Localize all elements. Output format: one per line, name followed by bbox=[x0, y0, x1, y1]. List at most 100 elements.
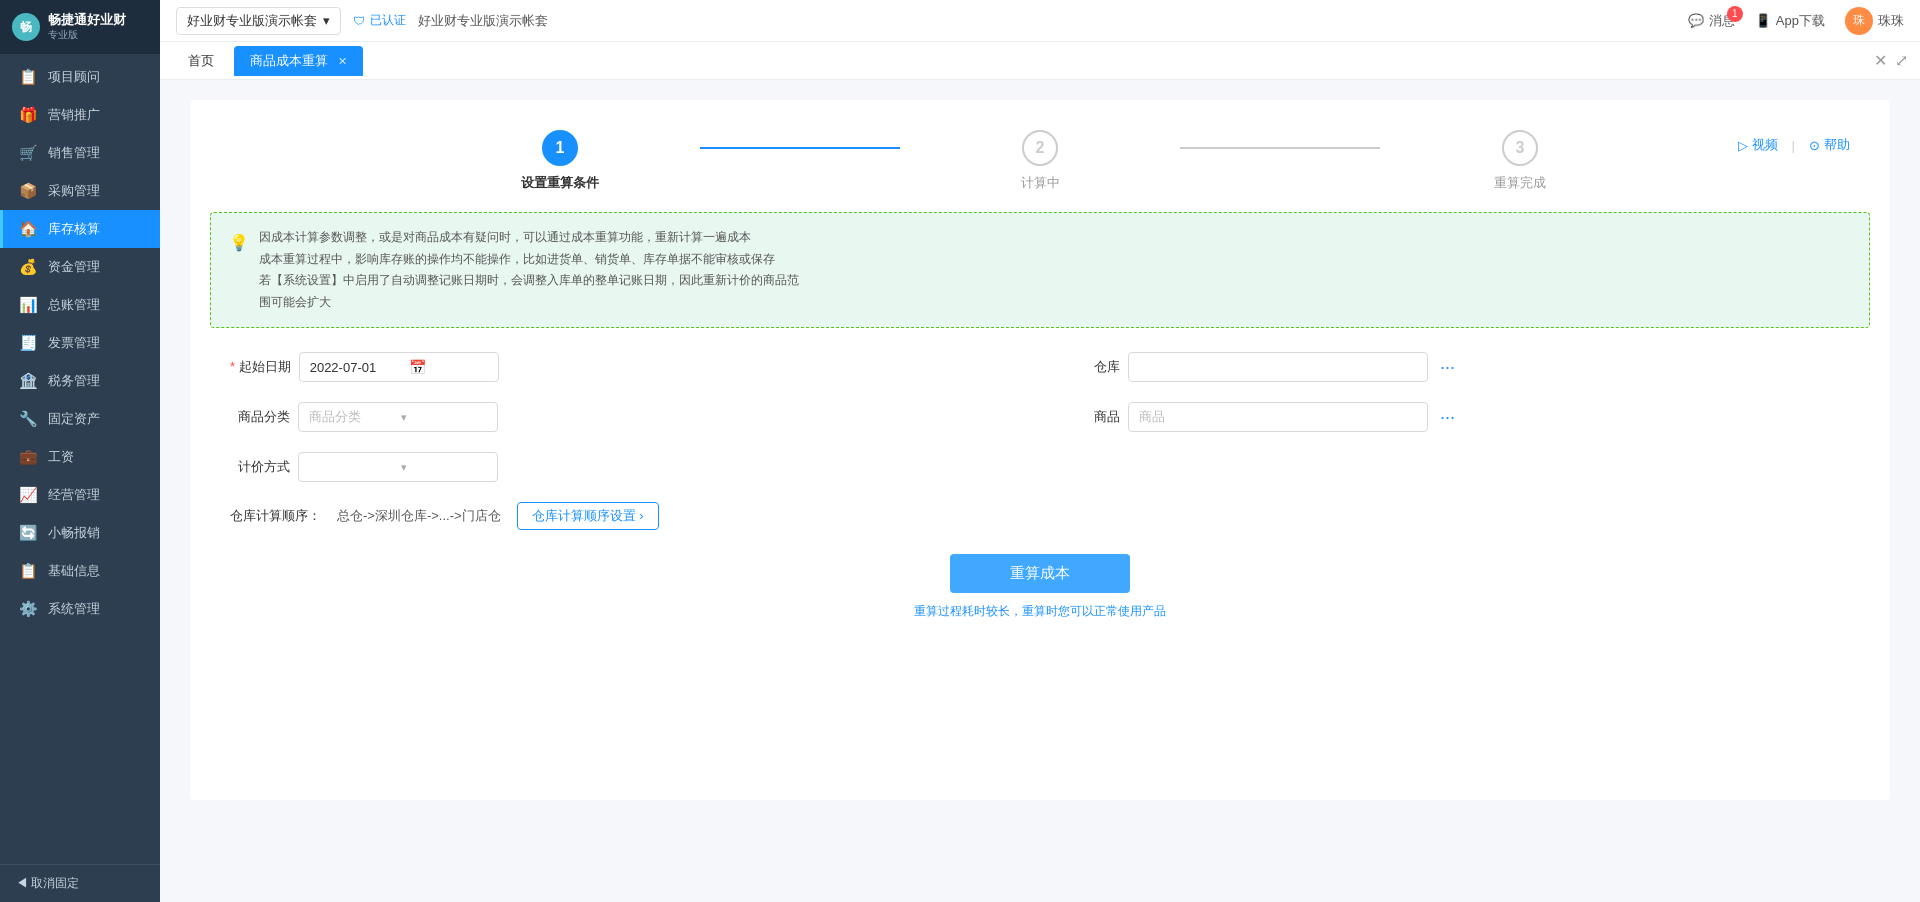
warehouse-input bbox=[1128, 352, 1428, 382]
product-field: 商品 商品 ··· bbox=[1060, 402, 1850, 432]
tab-home[interactable]: 首页 bbox=[172, 46, 230, 76]
user-avatar: 珠 bbox=[1845, 7, 1873, 35]
sidebar-unpin-btn[interactable]: ◀ 取消固定 bbox=[0, 864, 160, 902]
main-area: 好业财专业版演示帐套 ▾ 🛡 已认证 好业财专业版演示帐套 💬 消息 1 📱 A… bbox=[160, 0, 1920, 902]
message-badge: 1 bbox=[1727, 6, 1743, 22]
submit-area: 重算成本 重算过程耗时较长，重算时您可以正常使用产品 bbox=[230, 554, 1850, 620]
step-3: 3 重算完成 bbox=[1380, 130, 1660, 192]
calc-order-row: 仓库计算顺序： 总仓->深圳仓库->...->门店仓 仓库计算顺序设置 › bbox=[230, 502, 1850, 530]
step-3-circle: 3 bbox=[1502, 130, 1538, 166]
sidebar-item-system[interactable]: ⚙️ 系统管理 bbox=[0, 590, 160, 628]
step-3-label: 重算完成 bbox=[1494, 174, 1546, 192]
message-icon: 💬 bbox=[1688, 13, 1704, 28]
assets-icon: 🔧 bbox=[19, 410, 38, 428]
sidebar-title-group: 畅捷通好业财 专业版 bbox=[48, 12, 126, 43]
sidebar-item-basic[interactable]: 📋 基础信息 bbox=[0, 552, 160, 590]
sidebar-item-sales[interactable]: 🛒 销售管理 bbox=[0, 134, 160, 172]
step-1-circle: 1 bbox=[542, 130, 578, 166]
sidebar-logo: 畅 bbox=[12, 13, 40, 41]
sidebar-item-finance[interactable]: 💰 资金管理 bbox=[0, 248, 160, 286]
tab-close-btn[interactable]: ✕ bbox=[338, 55, 347, 67]
form-area: 起始日期 2022-07-01 📅 仓库 ··· bbox=[190, 352, 1890, 620]
sales-icon: 🛒 bbox=[19, 144, 38, 162]
form-row-3: 计价方式 ▾ bbox=[230, 452, 1850, 482]
step-line-1 bbox=[700, 147, 900, 149]
pricing-label: 计价方式 bbox=[230, 458, 290, 476]
marketing-icon: 🎁 bbox=[19, 106, 38, 124]
tabs-bar: 首页 商品成本重算 ✕ ✕ ⤢ bbox=[160, 42, 1920, 80]
step-1: 1 设置重算条件 bbox=[420, 130, 700, 192]
sidebar-item-project[interactable]: 📋 项目顾问 bbox=[0, 58, 160, 96]
help-btn[interactable]: ⊙ 帮助 bbox=[1809, 136, 1850, 154]
sidebar-item-purchase[interactable]: 📦 采购管理 bbox=[0, 172, 160, 210]
tab-recalc[interactable]: 商品成本重算 ✕ bbox=[234, 46, 363, 76]
sidebar-item-label: 税务管理 bbox=[48, 372, 100, 390]
sidebar-item-label: 发票管理 bbox=[48, 334, 100, 352]
calc-order-value: 总仓->深圳仓库->...->门店仓 bbox=[337, 507, 501, 525]
start-date-field: 起始日期 2022-07-01 📅 bbox=[230, 352, 1020, 382]
step-2-circle: 2 bbox=[1022, 130, 1058, 166]
sidebar-item-label: 库存核算 bbox=[48, 220, 100, 238]
category-label: 商品分类 bbox=[230, 408, 290, 426]
invoice-icon: 🧾 bbox=[19, 334, 38, 352]
sidebar-item-expense[interactable]: 🔄 小畅报销 bbox=[0, 514, 160, 552]
sidebar-item-assets[interactable]: 🔧 固定资产 bbox=[0, 400, 160, 438]
form-row-2: 商品分类 商品分类 ▾ 商品 商品 ··· bbox=[230, 402, 1850, 432]
topbar: 好业财专业版演示帐套 ▾ 🛡 已认证 好业财专业版演示帐套 💬 消息 1 📱 A… bbox=[160, 0, 1920, 42]
pricing-chevron-icon: ▾ bbox=[401, 461, 487, 474]
info-box: 💡 因成本计算参数调整，或是对商品成本有疑问时，可以通过成本重算功能，重新计算一… bbox=[210, 212, 1870, 328]
category-field: 商品分类 商品分类 ▾ bbox=[230, 402, 1020, 432]
sidebar-item-label: 基础信息 bbox=[48, 562, 100, 580]
shield-icon: 🛡 bbox=[353, 14, 365, 28]
sidebar-item-label: 销售管理 bbox=[48, 144, 100, 162]
sidebar-item-salary[interactable]: 💼 工资 bbox=[0, 438, 160, 476]
sidebar-header: 畅 畅捷通好业财 专业版 bbox=[0, 0, 160, 54]
sidebar-item-inventory[interactable]: 🏠 库存核算 bbox=[0, 210, 160, 248]
form-row-1: 起始日期 2022-07-01 📅 仓库 ··· bbox=[230, 352, 1850, 382]
maximize-window-btn[interactable]: ⤢ bbox=[1895, 51, 1908, 70]
content-area: 1 设置重算条件 2 计算中 3 重算完成 bbox=[160, 80, 1920, 902]
warehouse-more-btn[interactable]: ··· bbox=[1436, 357, 1459, 378]
info-text: 因成本计算参数调整，或是对商品成本有疑问时，可以通过成本重算功能，重新计算一遍成… bbox=[259, 227, 799, 313]
sidebar-item-label: 系统管理 bbox=[48, 600, 100, 618]
sidebar-item-label: 经营管理 bbox=[48, 486, 100, 504]
pricing-select[interactable]: ▾ bbox=[298, 452, 498, 482]
sidebar-item-operations[interactable]: 📈 经营管理 bbox=[0, 476, 160, 514]
stepper: 1 设置重算条件 2 计算中 3 重算完成 bbox=[190, 100, 1890, 212]
sidebar: 畅 畅捷通好业财 专业版 📋 项目顾问 🎁 营销推广 🛒 销售管理 📦 采购管理… bbox=[0, 0, 160, 902]
play-icon: ▷ bbox=[1738, 138, 1748, 153]
phone-icon: 📱 bbox=[1755, 13, 1771, 28]
app-download-btn[interactable]: 📱 App下载 bbox=[1755, 12, 1825, 30]
close-window-btn[interactable]: ✕ bbox=[1874, 51, 1887, 70]
product-more-btn[interactable]: ··· bbox=[1436, 407, 1459, 428]
account-selector-label: 好业财专业版演示帐套 bbox=[187, 12, 317, 30]
sidebar-item-marketing[interactable]: 🎁 营销推广 bbox=[0, 96, 160, 134]
inventory-icon: 🏠 bbox=[19, 220, 38, 238]
sidebar-item-label: 资金管理 bbox=[48, 258, 100, 276]
sidebar-item-tax[interactable]: 🏦 税务管理 bbox=[0, 362, 160, 400]
sidebar-nav: 📋 项目顾问 🎁 营销推广 🛒 销售管理 📦 采购管理 🏠 库存核算 💰 资金管… bbox=[0, 54, 160, 864]
calc-order-label: 仓库计算顺序： bbox=[230, 507, 321, 525]
warehouse-label: 仓库 bbox=[1060, 358, 1120, 376]
calc-order-settings-btn[interactable]: 仓库计算顺序设置 › bbox=[517, 502, 659, 530]
start-date-input[interactable]: 2022-07-01 📅 bbox=[299, 352, 499, 382]
sidebar-app-name: 畅捷通好业财 bbox=[48, 12, 126, 29]
category-select[interactable]: 商品分类 ▾ bbox=[298, 402, 498, 432]
message-btn[interactable]: 💬 消息 1 bbox=[1688, 12, 1735, 30]
step-1-label: 设置重算条件 bbox=[521, 174, 599, 192]
warehouse-field: 仓库 ··· bbox=[1060, 352, 1850, 382]
recalc-tip: 重算过程耗时较长，重算时您可以正常使用产品 bbox=[914, 603, 1166, 620]
sidebar-item-invoice[interactable]: 🧾 发票管理 bbox=[0, 324, 160, 362]
calendar-icon[interactable]: 📅 bbox=[401, 359, 498, 375]
user-menu-btn[interactable]: 珠 珠珠 bbox=[1845, 7, 1904, 35]
recalc-btn[interactable]: 重算成本 bbox=[950, 554, 1130, 593]
sidebar-item-label: 营销推广 bbox=[48, 106, 100, 124]
sidebar-version: 专业版 bbox=[48, 28, 126, 42]
sidebar-item-accounting[interactable]: 📊 总账管理 bbox=[0, 286, 160, 324]
purchase-icon: 📦 bbox=[19, 182, 38, 200]
account-selector[interactable]: 好业财专业版演示帐套 ▾ bbox=[176, 7, 341, 35]
sidebar-item-label: 小畅报销 bbox=[48, 524, 100, 542]
bulb-icon: 💡 bbox=[229, 229, 249, 313]
sidebar-item-label: 固定资产 bbox=[48, 410, 100, 428]
video-help-btn[interactable]: ▷ 视频 bbox=[1738, 136, 1778, 154]
